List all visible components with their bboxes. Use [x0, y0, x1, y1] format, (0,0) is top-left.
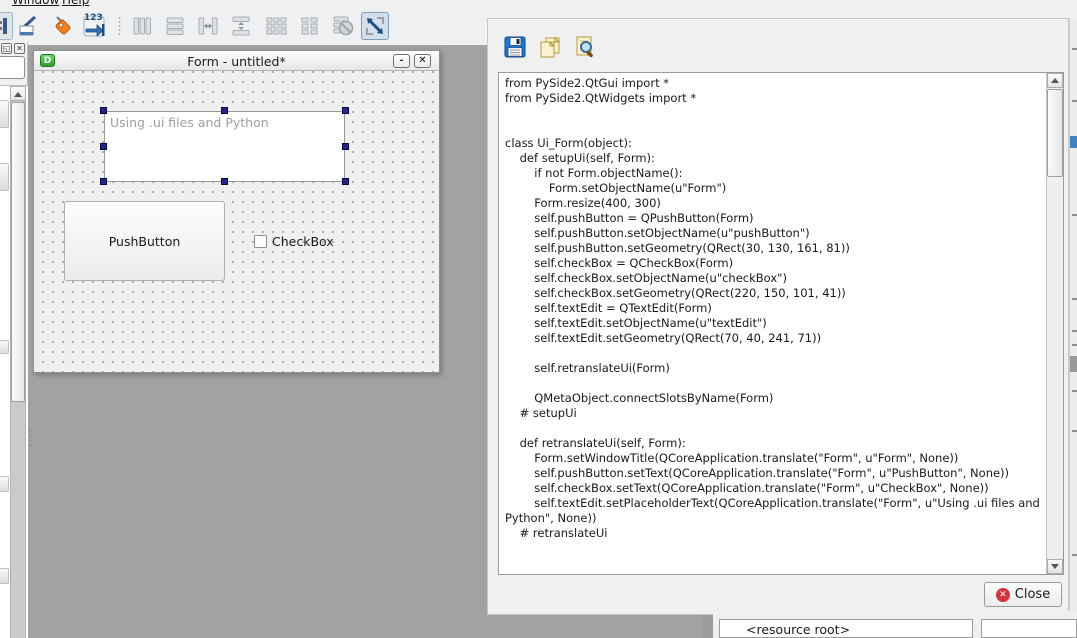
menu-item-help[interactable]: Help	[62, 0, 89, 7]
form-minimize-button[interactable]: -	[393, 54, 410, 68]
checkbox-widget[interactable]: CheckBox	[254, 221, 355, 262]
adjust-size-button[interactable]	[361, 12, 389, 40]
layout-horizontal-splitter-button[interactable]	[194, 12, 222, 40]
form-close-button[interactable]: ✕	[414, 54, 431, 68]
resource-browser-panel: <resource root>	[713, 611, 1077, 638]
edit-tab-order-icon: 123	[83, 15, 105, 37]
selection-handle-top-right[interactable]	[342, 107, 349, 114]
toolbar-separator	[118, 16, 121, 36]
layout-vertically-button[interactable]	[161, 12, 189, 40]
qt-designer-screen: Window Help	[0, 0, 1077, 638]
break-layout-icon	[331, 14, 355, 38]
selection-handle-top-left[interactable]	[100, 107, 107, 114]
layout-form-icon	[298, 14, 322, 38]
copy-icon	[538, 35, 562, 59]
layout-vertical-splitter-button[interactable]	[227, 12, 255, 40]
edit-tab-order-button[interactable]: 123	[80, 12, 108, 40]
edit-buddies-icon	[50, 14, 74, 38]
selection-handle-bottom-right[interactable]	[342, 178, 349, 185]
copy-button[interactable]	[537, 34, 563, 60]
widget-box-scrollbar[interactable]	[10, 86, 26, 638]
layout-horizontal-splitter-icon	[196, 14, 220, 38]
layout-vertically-icon	[163, 14, 187, 38]
code-view[interactable]: from PySide2.QtGui import * from PySide2…	[498, 72, 1064, 575]
checkbox-indicator[interactable]	[254, 235, 267, 248]
selection-handle-mid-left[interactable]	[100, 143, 107, 150]
edit-widgets-icon	[0, 15, 10, 37]
dock-float-button[interactable]: ◱	[1, 43, 12, 54]
save-button[interactable]	[502, 34, 528, 60]
find-icon	[573, 35, 597, 59]
pushbutton-widget[interactable]: PushButton	[64, 201, 225, 281]
layout-vertical-splitter-icon	[229, 14, 253, 38]
resource-root-item[interactable]: <resource root>	[746, 622, 850, 637]
selection-handle-mid-right[interactable]	[342, 143, 349, 150]
find-button[interactable]	[572, 34, 598, 60]
scrollbar-thumb[interactable]	[1047, 89, 1063, 177]
checkbox-label: CheckBox	[272, 234, 334, 249]
widget-category-item[interactable]	[0, 476, 9, 492]
dock-resize-grip[interactable]	[29, 428, 32, 450]
selection-handle-bottom-center[interactable]	[221, 178, 228, 185]
menu-item-window[interactable]: Window	[12, 0, 59, 7]
textedit-widget[interactable]: Using .ui files and Python	[104, 111, 345, 182]
menu-bar: Window Help	[0, 0, 1077, 8]
widget-box-panel: ◱ ✕	[0, 42, 28, 638]
close-icon: ✕	[996, 588, 1010, 602]
widget-category-item[interactable]	[0, 568, 9, 584]
layout-grid-button[interactable]	[262, 12, 290, 40]
dock-splitter[interactable]	[703, 615, 713, 638]
save-icon	[503, 35, 527, 59]
layout-form-button[interactable]	[296, 12, 324, 40]
layout-grid-icon	[264, 14, 288, 38]
property-editor-edge	[1069, 18, 1077, 638]
code-preview-dialog: from PySide2.QtGui import * from PySide2…	[487, 18, 1069, 615]
edit-buddies-button[interactable]	[48, 12, 76, 40]
adjust-size-icon	[363, 14, 387, 38]
edit-signals-slots-button[interactable]	[14, 12, 42, 40]
dock-close-button[interactable]: ✕	[14, 43, 25, 54]
scrollbar-up-arrow[interactable]	[1047, 73, 1063, 88]
code-scrollbar[interactable]	[1046, 73, 1063, 574]
property-editor-selected-row	[1070, 136, 1077, 148]
close-button[interactable]: ✕ Close	[984, 582, 1062, 607]
resource-list[interactable]	[981, 619, 1077, 638]
layout-horizontally-button[interactable]	[128, 12, 156, 40]
selection-handle-top-center[interactable]	[221, 107, 228, 114]
widget-category-item[interactable]	[0, 163, 9, 191]
layout-horizontally-icon	[130, 14, 154, 38]
widget-category-item[interactable]	[0, 340, 9, 354]
resource-tree[interactable]: <resource root>	[719, 619, 973, 638]
selection-handle-bottom-left[interactable]	[100, 178, 107, 185]
form-window-titlebar[interactable]: D Form - untitled* - ✕	[34, 51, 439, 71]
edit-widgets-button[interactable]	[0, 12, 13, 40]
generated-python-code[interactable]: from PySide2.QtGui import * from PySide2…	[499, 73, 1046, 574]
widget-box-list	[0, 85, 28, 638]
code-dialog-toolbar	[502, 34, 598, 62]
form-canvas[interactable]: Using .ui files and Python PushButton Ch…	[34, 71, 439, 372]
widget-category-item[interactable]	[0, 100, 9, 128]
edit-signals-slots-icon	[16, 14, 40, 38]
close-button-label: Close	[1015, 587, 1050, 602]
break-layout-button[interactable]	[329, 12, 357, 40]
form-window-title: Form - untitled*	[34, 54, 439, 69]
textedit-placeholder: Using .ui files and Python	[110, 115, 269, 130]
scrollbar-down-arrow[interactable]	[1047, 559, 1063, 574]
widget-filter-input[interactable]	[0, 56, 25, 79]
scrollbar-thumb[interactable]	[11, 102, 25, 402]
scrollbar-up-arrow[interactable]	[11, 87, 25, 101]
form-designer-window: D Form - untitled* - ✕ Using .ui files a…	[33, 50, 440, 373]
